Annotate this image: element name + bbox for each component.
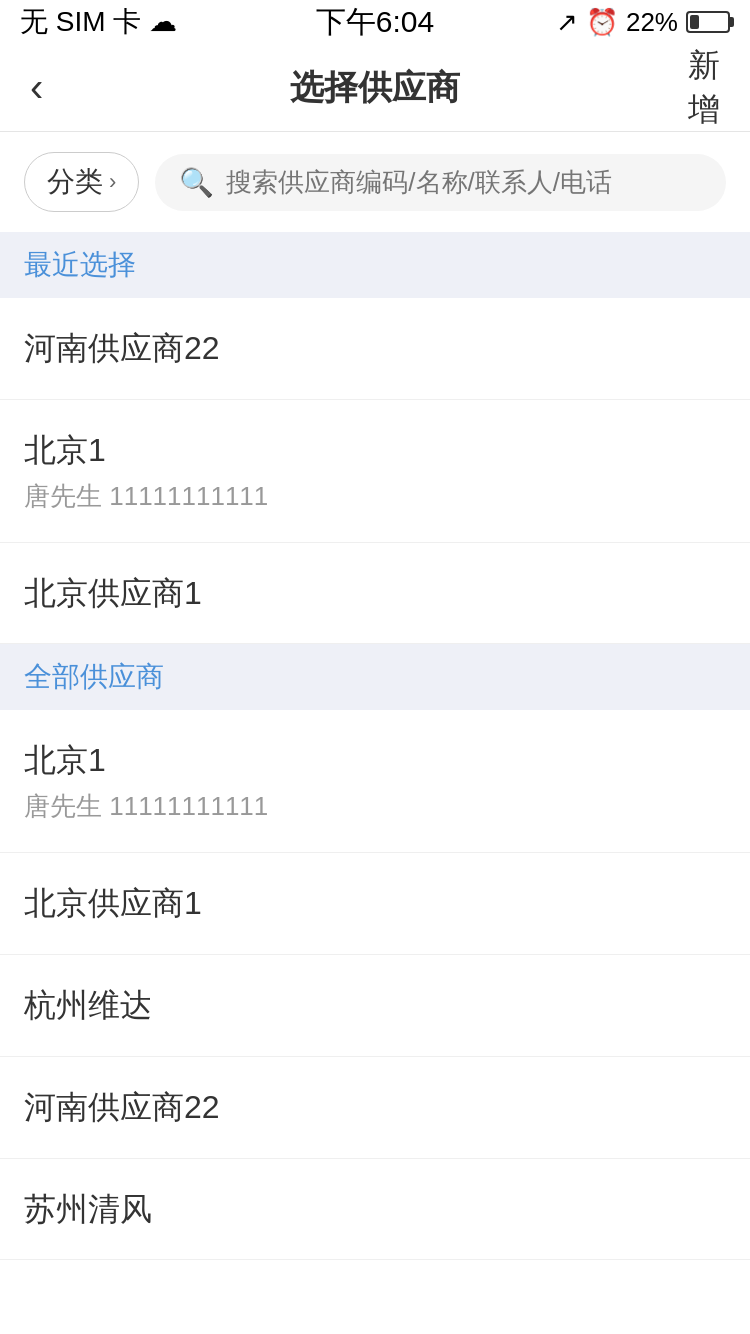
- search-input[interactable]: [226, 167, 702, 198]
- list-item[interactable]: 北京供应商1: [0, 853, 750, 955]
- item-name: 杭州维达: [24, 983, 726, 1028]
- all-items-list: 北京1 唐先生 11111111111 北京供应商1 杭州维达河南供应商22 苏州清风: [0, 710, 750, 1260]
- item-name: 北京1: [24, 738, 726, 783]
- add-button[interactable]: 新增: [660, 44, 720, 132]
- all-section-label: 全部供应商: [24, 661, 164, 692]
- list-item[interactable]: 苏州清风: [0, 1159, 750, 1261]
- list-item[interactable]: 杭州维达: [0, 955, 750, 1057]
- battery-icon: [686, 11, 730, 33]
- sim-status: 无 SIM 卡 ☁: [20, 3, 177, 41]
- item-name: 河南供应商22: [24, 1085, 726, 1130]
- list-item[interactable]: 北京供应商1: [0, 543, 750, 645]
- filter-bar: 分类 › 🔍: [0, 132, 750, 232]
- recent-section-header: 最近选择: [0, 232, 750, 298]
- all-section-header: 全部供应商: [0, 644, 750, 710]
- list-item[interactable]: 河南供应商22: [0, 1057, 750, 1159]
- category-filter-button[interactable]: 分类 ›: [24, 152, 139, 212]
- item-name: 北京1: [24, 428, 726, 473]
- status-time: 下午6:04: [316, 2, 434, 43]
- search-box: 🔍: [155, 154, 726, 211]
- item-name: 北京供应商1: [24, 881, 726, 926]
- list-item[interactable]: 北京1 唐先生 11111111111: [0, 400, 750, 543]
- battery-percent: 22%: [626, 7, 678, 38]
- item-name: 苏州清风: [24, 1187, 726, 1232]
- nav-bar: ‹ 选择供应商 新增: [0, 44, 750, 132]
- location-icon: ↗: [556, 7, 578, 38]
- list-item[interactable]: 河南供应商22: [0, 298, 750, 400]
- recent-items-list: 河南供应商22 北京1 唐先生 11111111111 北京供应商1: [0, 298, 750, 644]
- item-sub: 唐先生 11111111111: [24, 789, 726, 824]
- status-left: 无 SIM 卡 ☁: [20, 3, 177, 41]
- item-name: 北京供应商1: [24, 571, 726, 616]
- recent-section-label: 最近选择: [24, 249, 136, 280]
- search-icon: 🔍: [179, 166, 214, 199]
- page-title: 选择供应商: [290, 65, 460, 111]
- item-name: 河南供应商22: [24, 326, 726, 371]
- list-item[interactable]: 北京1 唐先生 11111111111: [0, 710, 750, 853]
- status-bar: 无 SIM 卡 ☁ 下午6:04 ↗ ⏰ 22%: [0, 0, 750, 44]
- status-right: ↗ ⏰ 22%: [556, 7, 730, 38]
- category-label: 分类: [47, 163, 103, 201]
- back-button[interactable]: ‹: [30, 65, 90, 110]
- item-sub: 唐先生 11111111111: [24, 479, 726, 514]
- chevron-right-icon: ›: [109, 169, 116, 195]
- alarm-icon: ⏰: [586, 7, 618, 38]
